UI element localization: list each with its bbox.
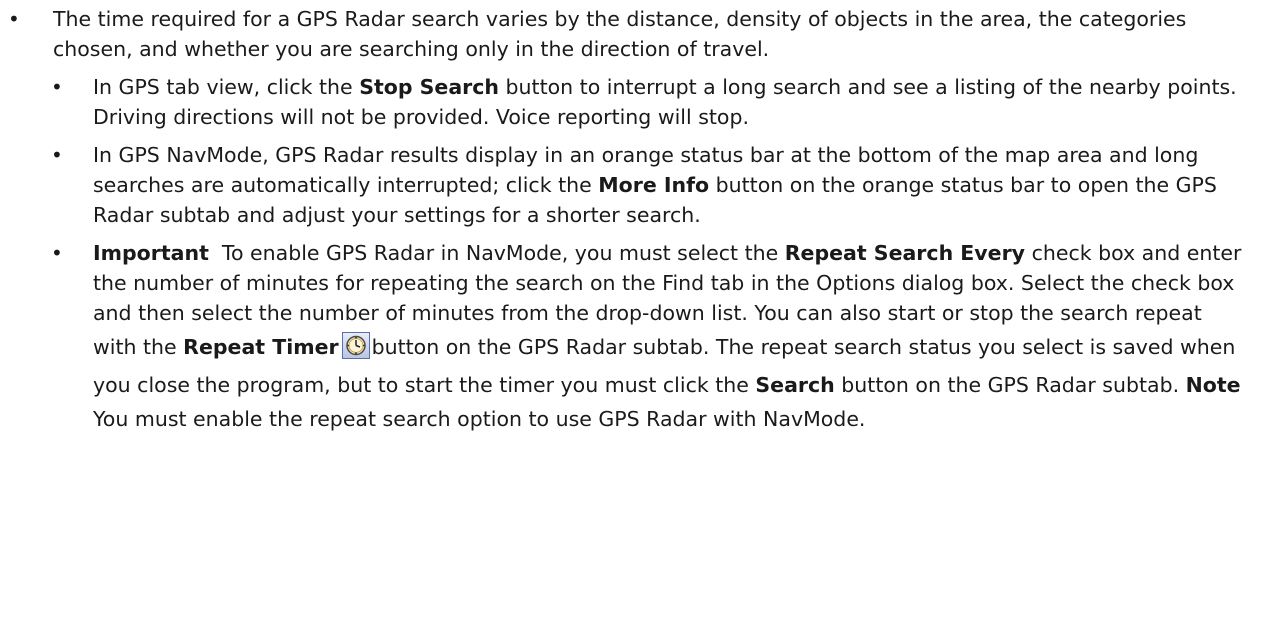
stop-search-label: Stop Search: [359, 75, 500, 99]
more-info-label: More Info: [598, 173, 710, 197]
note-label: Note: [1185, 373, 1241, 397]
important-label: Important: [93, 241, 209, 265]
bullet-icon: •: [51, 241, 63, 265]
bullet-icon: •: [51, 143, 63, 167]
bullet-icon: •: [51, 75, 63, 99]
list-item-intro: • The time required for a GPS Radar sear…: [0, 4, 1250, 64]
sub-list: • In GPS tab view, click the Stop Search…: [25, 72, 1250, 434]
bullet-icon: •: [8, 7, 20, 31]
help-page: { "intro": { "text": "The time required …: [0, 0, 1261, 625]
repeat-timer-icon: [341, 332, 370, 359]
important-text-1: To enable GPS Radar in NavMode, you must…: [208, 241, 785, 265]
list-item-stop-search: • In GPS tab view, click the Stop Search…: [25, 72, 1250, 132]
main-list: • The time required for a GPS Radar sear…: [0, 4, 1250, 434]
intro-text: The time required for a GPS Radar search…: [53, 7, 1187, 61]
important-text-4: button on the GPS Radar subtab.: [834, 373, 1186, 397]
repeat-timer-label: Repeat Timer: [183, 335, 339, 359]
list-item-navmode: • In GPS NavMode, GPS Radar results disp…: [25, 140, 1250, 230]
list-item-important: • Important To enable GPS Radar in NavMo…: [25, 238, 1250, 434]
stop-search-text-pre: In GPS tab view, click the: [93, 75, 360, 99]
sub-list-container: • In GPS tab view, click the Stop Search…: [25, 72, 1250, 434]
search-label: Search: [755, 373, 835, 397]
repeat-search-every-label: Repeat Search Every: [784, 241, 1026, 265]
